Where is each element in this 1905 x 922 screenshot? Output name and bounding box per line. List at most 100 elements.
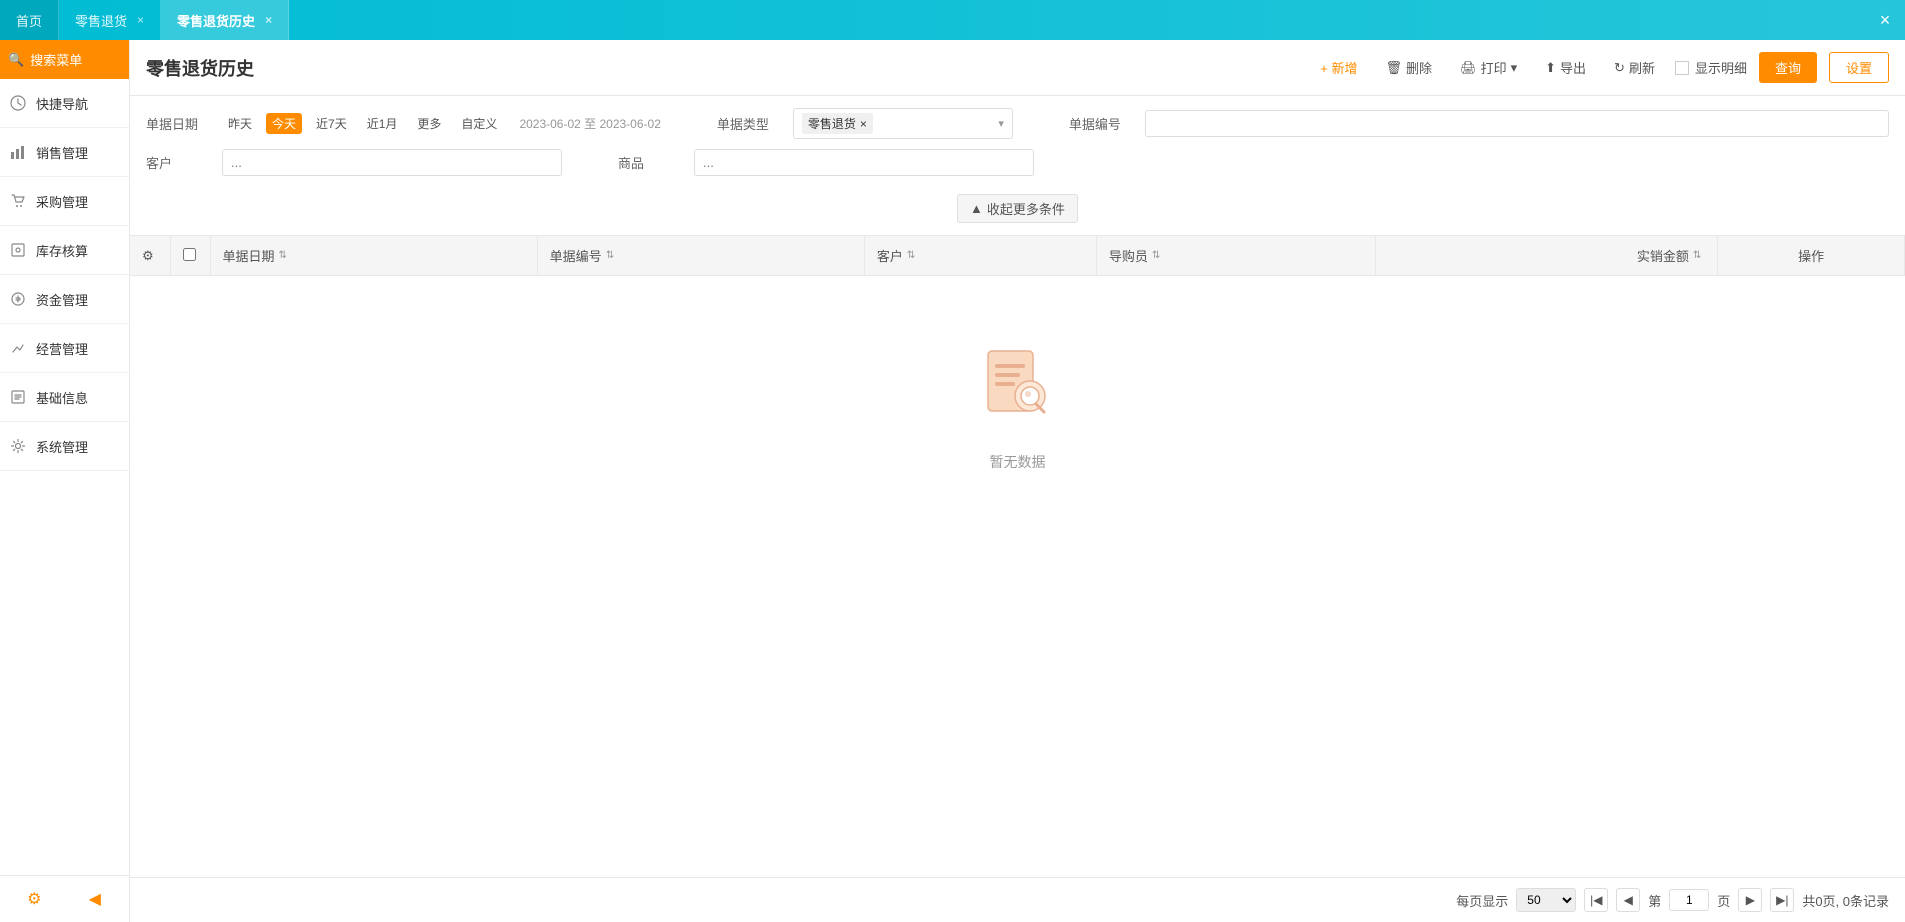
th-settings[interactable]: ⚙ <box>130 236 170 276</box>
empty-state-icon <box>968 336 1068 436</box>
delete-button-label: 删除 <box>1406 58 1432 77</box>
voucher-type-select[interactable]: 零售退货 × ▾ <box>793 108 1013 139</box>
data-table: ⚙ 单据日期 ⇅ <box>130 236 1905 276</box>
th-customer[interactable]: 客户 ⇅ <box>864 236 1096 276</box>
th-guide[interactable]: 导购员 ⇅ <box>1096 236 1376 276</box>
date-opt-custom[interactable]: 自定义 <box>455 113 503 134</box>
sidebar-item-inventory[interactable]: 库存核算 <box>0 226 129 275</box>
delete-button[interactable]: 🗑 删除 <box>1378 54 1441 81</box>
tab-home[interactable]: 首页 <box>0 0 59 40</box>
table-header-row: ⚙ 单据日期 ⇅ <box>130 236 1905 276</box>
window-close-button[interactable]: × <box>1865 0 1905 40</box>
filter-area: 单据日期 昨天 今天 近7天 近1月 更多 自定义 2023-06-02 至 2… <box>130 96 1905 236</box>
date-opt-yesterday[interactable]: 昨天 <box>222 113 258 134</box>
th-date-label: 单据日期 <box>223 246 275 265</box>
sidebar-item-finance-mgmt[interactable]: 资金管理 <box>0 275 129 324</box>
goods-input[interactable] <box>694 149 1034 176</box>
system-mgmt-icon <box>8 436 28 456</box>
tab-retail-return-close[interactable]: × <box>137 13 144 27</box>
finance-mgmt-icon <box>8 289 28 309</box>
print-dropdown-icon: ▾ <box>1511 60 1518 76</box>
th-date[interactable]: 单据日期 ⇅ <box>210 236 537 276</box>
date-opt-more[interactable]: 更多 <box>411 113 447 134</box>
refresh-button-label: 刷新 <box>1629 58 1655 77</box>
page-last-button[interactable]: ▶| <box>1770 888 1794 912</box>
sidebar-item-purchase-mgmt[interactable]: 采购管理 <box>0 177 129 226</box>
sidebar: 🔍 搜索菜单 快捷导航 销售管理 采购管理 库存核算 <box>0 40 130 922</box>
page-number-input[interactable] <box>1669 889 1709 911</box>
search-icon: 🔍 <box>8 52 24 68</box>
page-prev-button[interactable]: ◀ <box>1616 888 1640 912</box>
tab-retail-return[interactable]: 零售退货 × <box>59 0 161 40</box>
th-voucher-no[interactable]: 单据编号 ⇅ <box>537 236 864 276</box>
table-wrapper: ⚙ 单据日期 ⇅ <box>130 236 1905 922</box>
sidebar-item-quick-nav[interactable]: 快捷导航 <box>0 79 129 128</box>
filter-row-1: 单据日期 昨天 今天 近7天 近1月 更多 自定义 2023-06-02 至 2… <box>146 108 1889 139</box>
goods-filter-label: 商品 <box>618 153 678 172</box>
customer-input[interactable] <box>222 149 562 176</box>
date-range-value: 2023-06-02 至 2023-06-02 <box>519 115 660 132</box>
export-button[interactable]: ⬆ 导出 <box>1537 54 1594 81</box>
sidebar-item-basic-info[interactable]: 基础信息 <box>0 373 129 422</box>
th-amount-sort-icon: ⇅ <box>1693 250 1701 261</box>
operations-mgmt-icon <box>8 338 28 358</box>
date-opt-today[interactable]: 今天 <box>266 113 302 134</box>
th-customer-label: 客户 <box>877 246 903 265</box>
sidebar-item-sales-mgmt[interactable]: 销售管理 <box>0 128 129 177</box>
collapse-filter-button[interactable]: ▲ 收起更多条件 <box>957 194 1078 223</box>
new-button-label: + 新增 <box>1320 58 1357 77</box>
page-next-button[interactable]: ▶ <box>1738 888 1762 912</box>
total-records-text: 共0页, 0条记录 <box>1802 891 1889 910</box>
sidebar-item-finance-mgmt-label: 资金管理 <box>36 290 88 309</box>
th-guide-sort-icon: ⇅ <box>1152 250 1160 261</box>
page-first-button[interactable]: |◀ <box>1584 888 1608 912</box>
voucher-id-input[interactable] <box>1145 110 1889 137</box>
tag-close-icon[interactable]: × <box>860 117 867 131</box>
th-voucher-no-sort-icon: ⇅ <box>606 250 614 261</box>
tab-list: 首页 零售退货 × 零售退货历史 × <box>0 0 1865 40</box>
purchase-mgmt-icon <box>8 191 28 211</box>
tab-retail-return-history[interactable]: 零售退货历史 × <box>161 0 289 40</box>
voucher-type-tag: 零售退货 × <box>802 113 873 134</box>
page-size-select[interactable]: 50 10 20 100 <box>1516 888 1576 912</box>
settings-icon[interactable]: ⚙ <box>19 884 49 914</box>
display-detail-toggle[interactable]: 显示明细 <box>1675 58 1747 77</box>
export-button-label: 导出 <box>1560 58 1586 77</box>
tab-retail-return-history-close[interactable]: × <box>265 13 272 27</box>
collapse-up-icon: ▲ <box>970 201 983 216</box>
content-area: 零售退货历史 + 新增 🗑 删除 🖨 打印 ▾ ⬆ 导出 <box>130 40 1905 922</box>
collapse-sidebar-icon[interactable]: ◀ <box>80 884 110 914</box>
sidebar-item-sales-mgmt-label: 销售管理 <box>36 143 88 162</box>
setting-button[interactable]: 设置 <box>1829 52 1889 83</box>
query-button[interactable]: 查询 <box>1759 52 1817 83</box>
voucher-id-label: 单据编号 <box>1069 114 1129 133</box>
sidebar-item-quick-nav-label: 快捷导航 <box>36 94 88 113</box>
th-voucher-no-label: 单据编号 <box>550 246 602 265</box>
sidebar-item-system-mgmt-label: 系统管理 <box>36 437 88 456</box>
select-all-checkbox[interactable] <box>183 248 196 261</box>
sidebar-item-purchase-mgmt-label: 采购管理 <box>36 192 88 211</box>
sidebar-item-system-mgmt[interactable]: 系统管理 <box>0 422 129 471</box>
page-header: 零售退货历史 + 新增 🗑 删除 🖨 打印 ▾ ⬆ 导出 <box>130 40 1905 96</box>
sidebar-search[interactable]: 🔍 搜索菜单 <box>0 40 129 79</box>
page-unit-label: 页 <box>1717 891 1730 910</box>
th-amount[interactable]: 实销金额 ⇅ <box>1376 236 1718 276</box>
new-button[interactable]: + 新增 <box>1312 54 1365 81</box>
display-detail-checkbox[interactable] <box>1675 61 1689 75</box>
empty-state: 暂无数据 <box>130 276 1905 532</box>
sidebar-bottom: ⚙ ◀ <box>0 875 129 922</box>
print-button-label: 打印 <box>1481 58 1507 77</box>
th-action-label: 操作 <box>1798 249 1824 264</box>
date-opt-7days[interactable]: 近7天 <box>310 113 353 134</box>
settings-column-icon[interactable]: ⚙ <box>142 248 154 263</box>
print-button[interactable]: 🖨 打印 ▾ <box>1452 54 1525 81</box>
sales-mgmt-icon <box>8 142 28 162</box>
refresh-button[interactable]: ↻ 刷新 <box>1606 54 1663 81</box>
th-customer-sort-icon: ⇅ <box>907 250 915 261</box>
inventory-icon <box>8 240 28 260</box>
main-layout: 🔍 搜索菜单 快捷导航 销售管理 采购管理 库存核算 <box>0 40 1905 922</box>
sidebar-item-operations-mgmt[interactable]: 经营管理 <box>0 324 129 373</box>
toolbar: + 新增 🗑 删除 🖨 打印 ▾ ⬆ 导出 ↻ 刷新 <box>1312 52 1889 83</box>
date-opt-1month[interactable]: 近1月 <box>361 113 404 134</box>
basic-info-icon <box>8 387 28 407</box>
